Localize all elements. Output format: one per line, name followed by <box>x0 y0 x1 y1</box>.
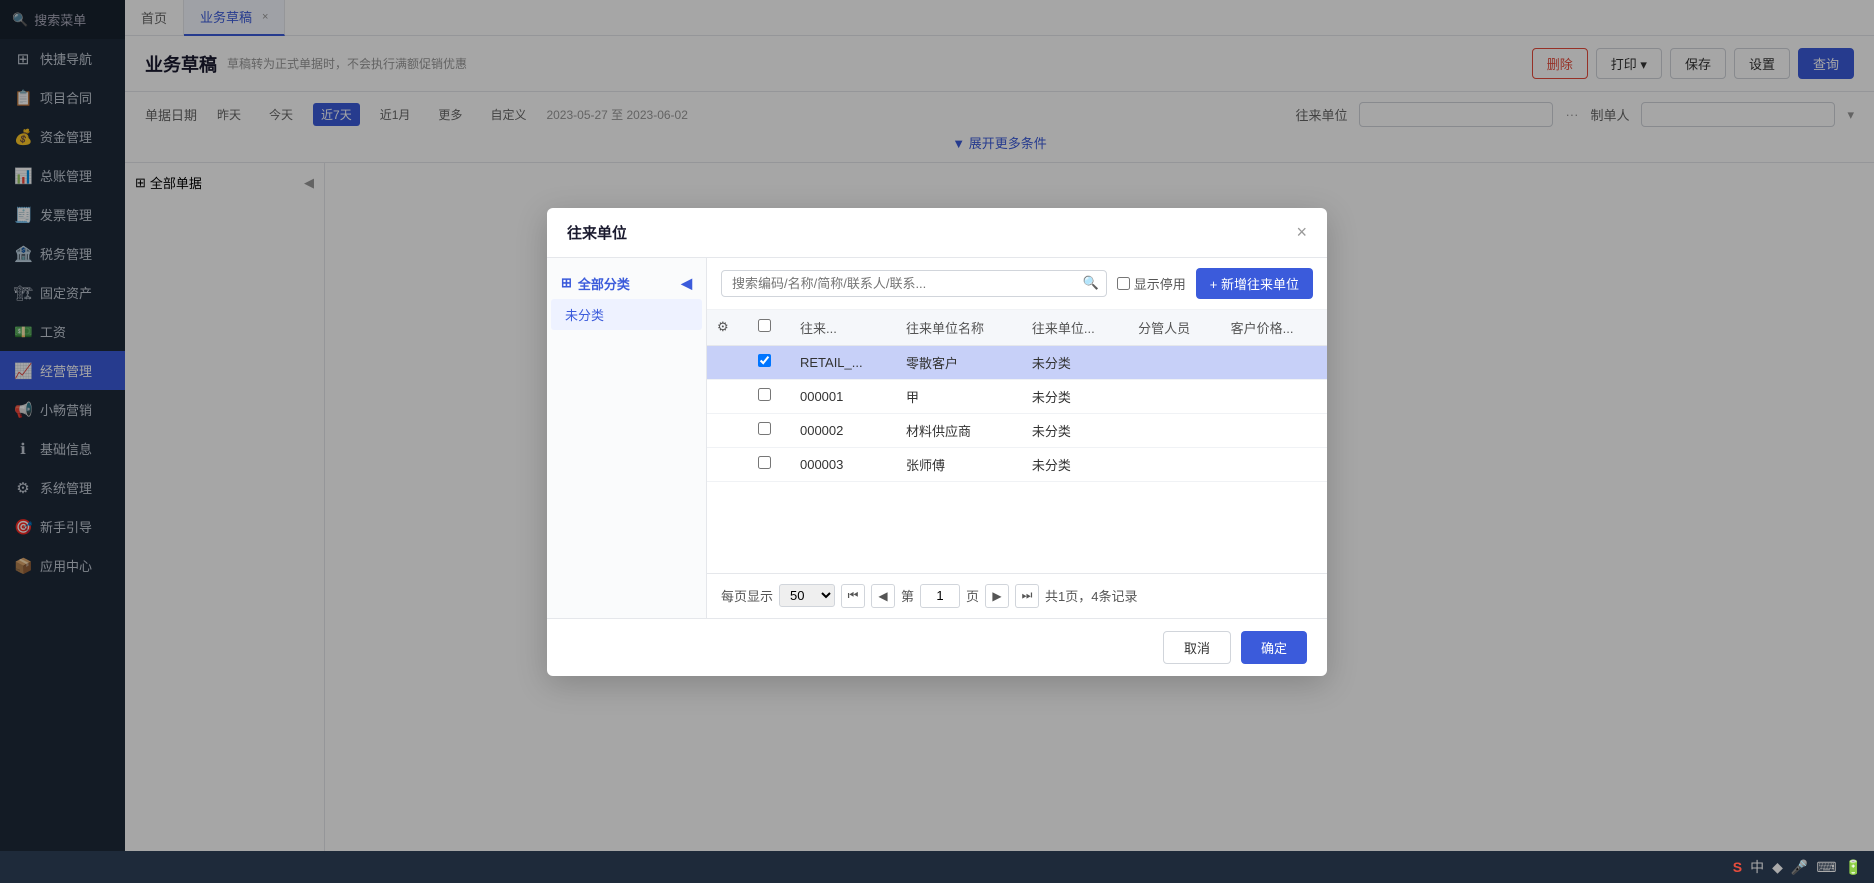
partner-table-scroll[interactable]: ⚙ 往来... 往来单位名称 往来单位... 分管人员 客户价格... <box>707 310 1327 573</box>
cell-sales-person <box>1128 379 1220 413</box>
cell-name: 张师傅 <box>896 447 1022 481</box>
cell-category: 未分类 <box>1022 413 1128 447</box>
add-partner-button[interactable]: + 新增往来单位 <box>1196 268 1313 299</box>
total-records: 共1页，4条记录 <box>1045 586 1137 605</box>
select-all-checkbox[interactable] <box>758 319 771 332</box>
cell-checkbox <box>748 345 790 379</box>
bottom-taskbar: S 中 ◆ 🎤 ⌨ 🔋 <box>0 851 1874 883</box>
keyboard-icon[interactable]: ⌨ <box>1816 859 1836 876</box>
prev-page-button[interactable]: ◀ <box>871 584 895 608</box>
th-checkbox <box>748 310 790 346</box>
partner-modal: 往来单位 × ⊞ 全部分类 ◀ 未分类 🔍 <box>547 208 1327 676</box>
per-page-select[interactable]: 50 10 20 100 <box>779 584 835 607</box>
cell-category: 未分类 <box>1022 345 1128 379</box>
cell-checkbox <box>748 413 790 447</box>
cell-code: 000002 <box>790 413 896 447</box>
modal-footer: 取消 确定 <box>547 618 1327 676</box>
table-body: RETAIL_... 零散客户 未分类 000001 甲 未分类 <box>707 345 1327 481</box>
cell-name: 材料供应商 <box>896 413 1022 447</box>
cell-sales-person <box>1128 413 1220 447</box>
cell-code: RETAIL_... <box>790 345 896 379</box>
modal-title: 往来单位 <box>567 222 627 243</box>
cell-checkbox <box>748 447 790 481</box>
modal-body: ⊞ 全部分类 ◀ 未分类 🔍 显示停用 + 新增往来单位 <box>547 258 1327 618</box>
first-page-button[interactable]: ⏮ <box>841 584 865 608</box>
row-checkbox[interactable] <box>758 422 771 435</box>
table-row[interactable]: 000001 甲 未分类 <box>707 379 1327 413</box>
show-disabled-checkbox[interactable] <box>1117 277 1130 290</box>
search-input-wrap: 🔍 <box>721 270 1107 297</box>
mic-icon[interactable]: 🎤 <box>1791 859 1808 876</box>
cell-price-level <box>1221 345 1327 379</box>
battery-icon: 🔋 <box>1845 859 1862 876</box>
cell-name: 甲 <box>896 379 1022 413</box>
th-settings: ⚙ <box>707 310 748 346</box>
cell-sales-person <box>1128 345 1220 379</box>
table-row[interactable]: 000003 张师傅 未分类 <box>707 447 1327 481</box>
cell-sales-person <box>1128 447 1220 481</box>
row-checkbox[interactable] <box>758 354 771 367</box>
modal-left-panel: ⊞ 全部分类 ◀ 未分类 <box>547 258 707 618</box>
table-header-row: ⚙ 往来... 往来单位名称 往来单位... 分管人员 客户价格... <box>707 310 1327 346</box>
cell-checkbox <box>748 379 790 413</box>
cell-settings <box>707 345 748 379</box>
cell-settings <box>707 413 748 447</box>
row-checkbox[interactable] <box>758 456 771 469</box>
th-price-level: 客户价格... <box>1221 310 1327 346</box>
th-category: 往来单位... <box>1022 310 1128 346</box>
table-row[interactable]: RETAIL_... 零散客户 未分类 <box>707 345 1327 379</box>
confirm-button[interactable]: 确定 <box>1241 631 1307 664</box>
modal-pagination: 每页显示 50 10 20 100 ⏮ ◀ 第 页 ▶ ⏭ 共1页，4条记录 <box>707 573 1327 618</box>
th-sales-person: 分管人员 <box>1128 310 1220 346</box>
row-checkbox[interactable] <box>758 388 771 401</box>
cell-settings <box>707 379 748 413</box>
page-word: 页 <box>966 586 979 605</box>
cell-category: 未分类 <box>1022 447 1128 481</box>
input-method-icon[interactable]: 中 <box>1750 857 1764 877</box>
cell-name: 零散客户 <box>896 345 1022 379</box>
modal-close-button[interactable]: × <box>1296 223 1307 241</box>
cell-code: 000003 <box>790 447 896 481</box>
category-header-label: 全部分类 <box>578 274 630 293</box>
cancel-button[interactable]: 取消 <box>1163 631 1231 664</box>
sougou-icon[interactable]: S <box>1733 859 1742 875</box>
category-grid-icon: ⊞ <box>561 275 572 291</box>
page-no-label: 第 <box>901 586 914 605</box>
cell-code: 000001 <box>790 379 896 413</box>
search-icon: 🔍 <box>1083 275 1099 291</box>
table-row[interactable]: 000002 材料供应商 未分类 <box>707 413 1327 447</box>
th-code: 往来... <box>790 310 896 346</box>
show-disabled-label: 显示停用 <box>1134 274 1186 293</box>
modal-category-uncategorized[interactable]: 未分类 <box>551 299 702 330</box>
cell-price-level <box>1221 447 1327 481</box>
cell-settings <box>707 447 748 481</box>
left-panel-collapse-icon[interactable]: ◀ <box>681 275 692 292</box>
modal-search-bar: 🔍 显示停用 + 新增往来单位 <box>707 258 1327 310</box>
last-page-button[interactable]: ⏭ <box>1015 584 1039 608</box>
page-input[interactable] <box>920 584 960 608</box>
table-head: ⚙ 往来... 往来单位名称 往来单位... 分管人员 客户价格... <box>707 310 1327 346</box>
cell-price-level <box>1221 379 1327 413</box>
show-disabled-wrap: 显示停用 <box>1117 274 1186 293</box>
partner-table: ⚙ 往来... 往来单位名称 往来单位... 分管人员 客户价格... <box>707 310 1327 482</box>
partner-search-input[interactable] <box>721 270 1107 297</box>
th-name: 往来单位名称 <box>896 310 1022 346</box>
diamond-icon[interactable]: ◆ <box>1772 859 1783 876</box>
modal-right-panel: 🔍 显示停用 + 新增往来单位 ⚙ 往来... 往来单位名称 <box>707 258 1327 618</box>
next-page-button[interactable]: ▶ <box>985 584 1009 608</box>
modal-header: 往来单位 × <box>547 208 1327 258</box>
modal-category-header: ⊞ 全部分类 ◀ <box>547 268 706 299</box>
per-page-label: 每页显示 <box>721 586 773 605</box>
category-label: 未分类 <box>565 308 604 323</box>
cell-category: 未分类 <box>1022 379 1128 413</box>
cell-price-level <box>1221 413 1327 447</box>
